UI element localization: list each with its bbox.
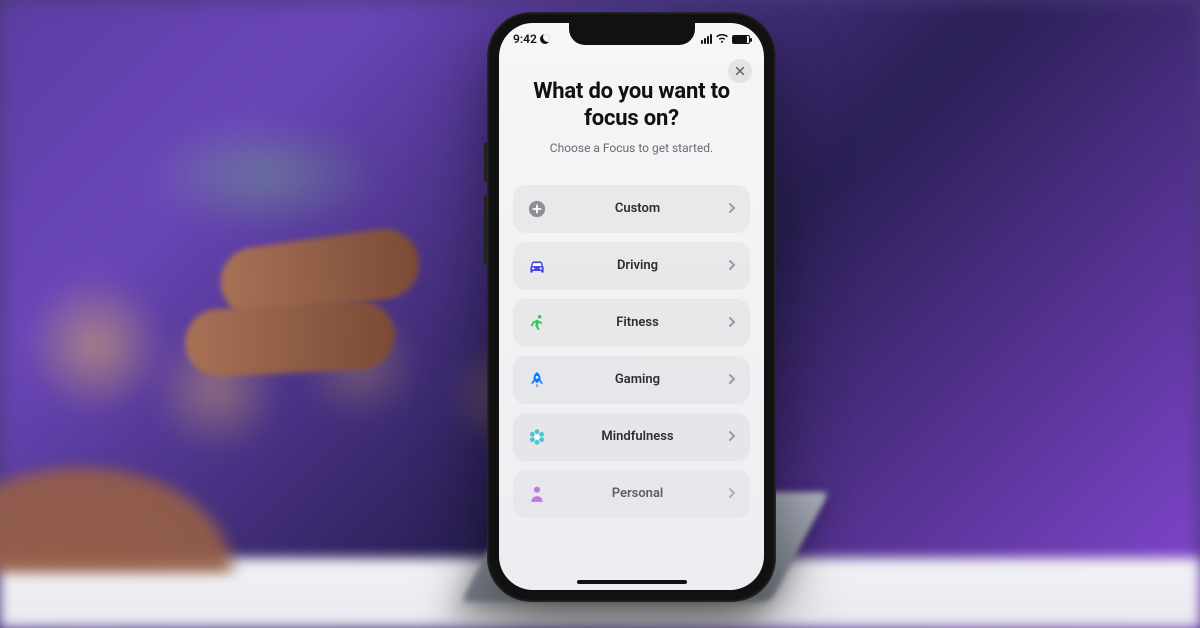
phone-screen: 9:42 What do you want to focus on? Choos…	[499, 23, 764, 590]
chevron-right-icon	[728, 199, 736, 218]
chevron-right-icon	[728, 427, 736, 446]
chevron-right-icon	[728, 370, 736, 389]
focus-option-label: Fitness	[547, 315, 728, 330]
chevron-right-icon	[728, 484, 736, 503]
chevron-right-icon	[728, 313, 736, 332]
focus-option-driving[interactable]: Driving	[513, 242, 750, 290]
car-icon	[527, 256, 547, 276]
battery-icon	[732, 35, 750, 44]
close-button[interactable]	[728, 59, 752, 83]
focus-option-custom[interactable]: Custom	[513, 185, 750, 233]
cellular-signal-icon	[701, 34, 712, 44]
flower-icon	[527, 427, 547, 447]
focus-option-personal[interactable]: Personal	[513, 470, 750, 518]
person-icon	[527, 484, 547, 504]
wifi-icon	[715, 34, 729, 44]
focus-option-list: Custom Driving Fitness	[499, 163, 764, 518]
focus-option-label: Gaming	[547, 372, 728, 387]
runner-icon	[527, 313, 547, 333]
chevron-right-icon	[728, 256, 736, 275]
do-not-disturb-icon	[540, 34, 550, 44]
focus-option-label: Personal	[547, 486, 728, 501]
page-title: What do you want to focus on?	[519, 79, 744, 133]
page-subtitle: Choose a Focus to get started.	[519, 141, 744, 155]
focus-option-fitness[interactable]: Fitness	[513, 299, 750, 347]
phone-frame: 9:42 What do you want to focus on? Choos…	[487, 12, 776, 602]
middle-finger	[183, 300, 396, 379]
focus-option-mindfulness[interactable]: Mindfulness	[513, 413, 750, 461]
volume-button	[484, 195, 487, 265]
status-time: 9:42	[513, 32, 537, 46]
home-indicator[interactable]	[577, 580, 687, 584]
rocket-icon	[527, 370, 547, 390]
volume-button	[484, 142, 487, 182]
focus-option-label: Driving	[547, 258, 728, 273]
sheet-header: What do you want to focus on? Choose a F…	[499, 53, 764, 163]
plus-circle-icon	[527, 199, 547, 219]
focus-option-label: Mindfulness	[547, 429, 728, 444]
notch	[569, 23, 695, 45]
focus-option-label: Custom	[547, 201, 728, 216]
close-icon	[735, 66, 745, 76]
focus-option-gaming[interactable]: Gaming	[513, 356, 750, 404]
